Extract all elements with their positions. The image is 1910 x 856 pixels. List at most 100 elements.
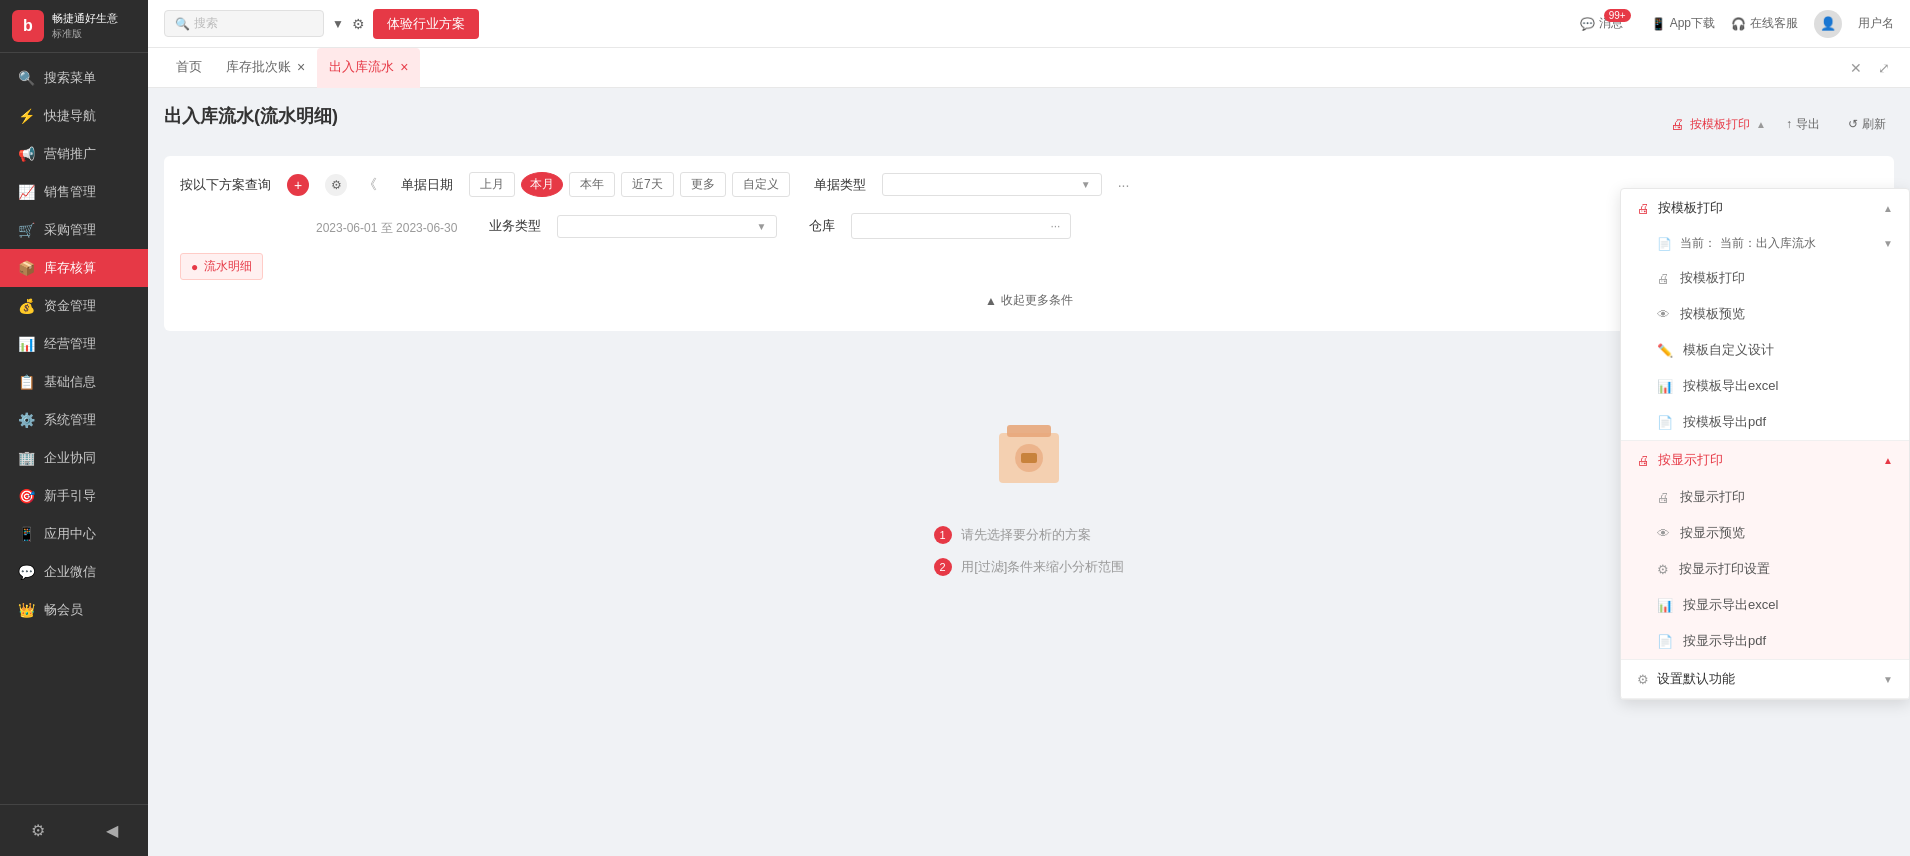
panel-section-template: 🖨 按模板打印 ▲ 📄 当前： 当前：出入库流水 ▼ 🖨 按模板打印 — [1621, 189, 1909, 441]
flow-detail-tag: ● 流水明细 — [180, 253, 263, 280]
print-template-btn[interactable]: 🖨 按模板打印 ▲ — [1670, 116, 1766, 133]
sidebar-item-corp[interactable]: 🏢 企业协同 — [0, 439, 148, 477]
tab-batch-close[interactable]: × — [297, 59, 305, 75]
date-btn-custom[interactable]: 自定义 — [732, 172, 790, 197]
sidebar-item-inventory[interactable]: 📦 库存核算 — [0, 249, 148, 287]
svg-rect-3 — [1021, 453, 1037, 463]
default-icon: ⚙ — [1637, 672, 1649, 687]
panel-default-header[interactable]: ⚙ 设置默认功能 ▼ — [1621, 660, 1909, 698]
user-avatar[interactable]: 👤 — [1814, 10, 1842, 38]
message-badge: 99+ — [1604, 9, 1631, 22]
sidebar-item-sales[interactable]: 📈 销售管理 — [0, 173, 148, 211]
search-icon: 🔍 — [175, 17, 190, 31]
sidebar-item-quick-nav[interactable]: ⚡ 快捷导航 — [0, 97, 148, 135]
display-print-icon: 🖨 — [1637, 453, 1650, 468]
sidebar-item-system[interactable]: ⚙️ 系统管理 — [0, 401, 148, 439]
chat-icon: 💬 — [16, 564, 36, 580]
chart-icon: 📈 — [16, 184, 36, 200]
message-btn[interactable]: 💬 消息 99+ — [1580, 15, 1623, 32]
tab-flow[interactable]: 出入库流水 × — [317, 48, 420, 88]
topbar-gear-icon[interactable]: ⚙ — [352, 16, 365, 32]
sidebar-item-marketing[interactable]: 📢 营销推广 — [0, 135, 148, 173]
sidebar-item-finance[interactable]: 💰 资金管理 — [0, 287, 148, 325]
window-maximize-btn[interactable]: ⤢ — [1874, 56, 1894, 80]
display-export-pdf-btn[interactable]: 📄 按显示导出pdf — [1621, 623, 1909, 659]
page-title: 出入库流水(流水明细) — [164, 104, 338, 128]
display-print-btn[interactable]: 🖨 按显示打印 — [1621, 479, 1909, 515]
app-logo-icon: b — [12, 10, 44, 42]
panel-arrow-up: ▲ — [1883, 203, 1893, 214]
filter-settings-btn[interactable]: ⚙ — [325, 174, 347, 196]
panel-section-display: 🖨 按显示打印 ▲ 🖨 按显示打印 👁 按显示预览 ⚙ 按显示打印设置 — [1621, 441, 1909, 660]
tab-home[interactable]: 首页 — [164, 48, 214, 88]
sidebar-item-apps[interactable]: 📱 应用中心 — [0, 515, 148, 553]
print-icon: 🖨 — [1670, 116, 1684, 132]
window-close-btn[interactable]: ✕ — [1846, 56, 1866, 80]
refresh-btn[interactable]: ↺ 刷新 — [1840, 112, 1894, 137]
sidebar-item-operations[interactable]: 📊 经营管理 — [0, 325, 148, 363]
date-btn-this-year[interactable]: 本年 — [569, 172, 615, 197]
template-print-btn[interactable]: 🖨 按模板打印 — [1621, 260, 1909, 296]
gear-icon: ⚙️ — [16, 412, 36, 428]
type-select[interactable]: ▼ — [882, 173, 1102, 196]
date-btn-7days[interactable]: 近7天 — [621, 172, 674, 197]
industry-btn[interactable]: 体验行业方案 — [373, 9, 479, 39]
print-template-icon: 🖨 — [1637, 201, 1650, 216]
filter-add-btn[interactable]: + — [287, 174, 309, 196]
sidebar-item-basic[interactable]: 📋 基础信息 — [0, 363, 148, 401]
topbar-search-box[interactable]: 🔍 搜索 — [164, 10, 324, 37]
display-preview-btn[interactable]: 👁 按显示预览 — [1621, 515, 1909, 551]
panel-template-header[interactable]: 🖨 按模板打印 ▲ — [1621, 189, 1909, 227]
sidebar-collapse-btn[interactable]: ◀ — [100, 815, 124, 846]
sidebar-item-label: 基础信息 — [44, 373, 96, 391]
date-range-display: 2023-06-01 至 2023-06-30 — [316, 220, 457, 237]
collapse-more-btn[interactable]: ▲ 收起更多条件 — [973, 286, 1085, 315]
online-service-btn[interactable]: 🎧 在线客服 — [1731, 15, 1798, 32]
tab-flow-close[interactable]: × — [400, 59, 408, 75]
search-icon: 🔍 — [16, 70, 36, 86]
empty-steps: 1 请先选择要分析的方案 2 用[过滤]条件来缩小分析范围 — [934, 522, 1125, 580]
current-template-text: 当前： — [1680, 235, 1716, 252]
sidebar-settings-btn[interactable]: ⚙ — [25, 815, 51, 846]
page-content: 出入库流水(流水明细) 🖨 按模板打印 ▲ ↑ 导出 ↺ 刷新 — [148, 88, 1910, 856]
template-customize-btn[interactable]: ✏️ 模板自定义设计 — [1621, 332, 1909, 368]
page-toolbar: 🖨 按模板打印 ▲ ↑ 导出 ↺ 刷新 — [1670, 112, 1894, 137]
type-more-btn[interactable]: ··· — [1118, 177, 1130, 193]
sidebar-item-wechat[interactable]: 💬 企业微信 — [0, 553, 148, 591]
template-export-excel-btn[interactable]: 📊 按模板导出excel — [1621, 368, 1909, 404]
warehouse-select[interactable]: ··· — [851, 213, 1071, 239]
display-settings-label: 按显示打印设置 — [1679, 560, 1770, 578]
app-download-btn[interactable]: 📱 App下载 — [1651, 15, 1715, 32]
app-sub: 标准版 — [52, 27, 118, 41]
sidebar-item-label: 搜索菜单 — [44, 69, 96, 87]
business-type-select[interactable]: ▼ — [557, 215, 777, 238]
sidebar-item-purchase[interactable]: 🛒 采购管理 — [0, 211, 148, 249]
lightning-icon: ⚡ — [16, 108, 36, 124]
display-excel-icon: 📊 — [1657, 598, 1673, 613]
filter-tag-label: 流水明细 — [204, 258, 252, 275]
export-btn[interactable]: ↑ 导出 — [1778, 112, 1828, 137]
display-settings-btn[interactable]: ⚙ 按显示打印设置 — [1621, 551, 1909, 587]
date-btn-last-month[interactable]: 上月 — [469, 172, 515, 197]
app-name: 畅捷通好生意 — [52, 11, 118, 26]
sidebar-item-label: 采购管理 — [44, 221, 96, 239]
sidebar-item-guide[interactable]: 🎯 新手引导 — [0, 477, 148, 515]
sidebar-item-label: 新手引导 — [44, 487, 96, 505]
display-preview-label: 按显示预览 — [1680, 524, 1745, 542]
sidebar-item-search[interactable]: 🔍 搜索菜单 — [0, 59, 148, 97]
panel-display-header[interactable]: 🖨 按显示打印 ▲ — [1621, 441, 1909, 479]
display-export-excel-btn[interactable]: 📊 按显示导出excel — [1621, 587, 1909, 623]
sidebar-item-member[interactable]: 👑 畅会员 — [0, 591, 148, 629]
tab-batch[interactable]: 库存批次账 × — [214, 48, 317, 88]
date-btn-more[interactable]: 更多 — [680, 172, 726, 197]
template-preview-btn[interactable]: 👁 按模板预览 — [1621, 296, 1909, 332]
panel-display-title: 按显示打印 — [1658, 451, 1723, 469]
current-icon: 📄 — [1657, 237, 1672, 251]
sidebar-item-label: 畅会员 — [44, 601, 83, 619]
template-export-pdf-btn[interactable]: 📄 按模板导出pdf — [1621, 404, 1909, 440]
topbar-dropdown-arrow[interactable]: ▼ — [332, 17, 344, 31]
filter-collapse-left-btn[interactable]: 《 — [363, 176, 377, 194]
preview-icon: 👁 — [1657, 307, 1670, 322]
sidebar-item-label: 营销推广 — [44, 145, 96, 163]
date-btn-this-month[interactable]: 本月 — [521, 172, 563, 197]
